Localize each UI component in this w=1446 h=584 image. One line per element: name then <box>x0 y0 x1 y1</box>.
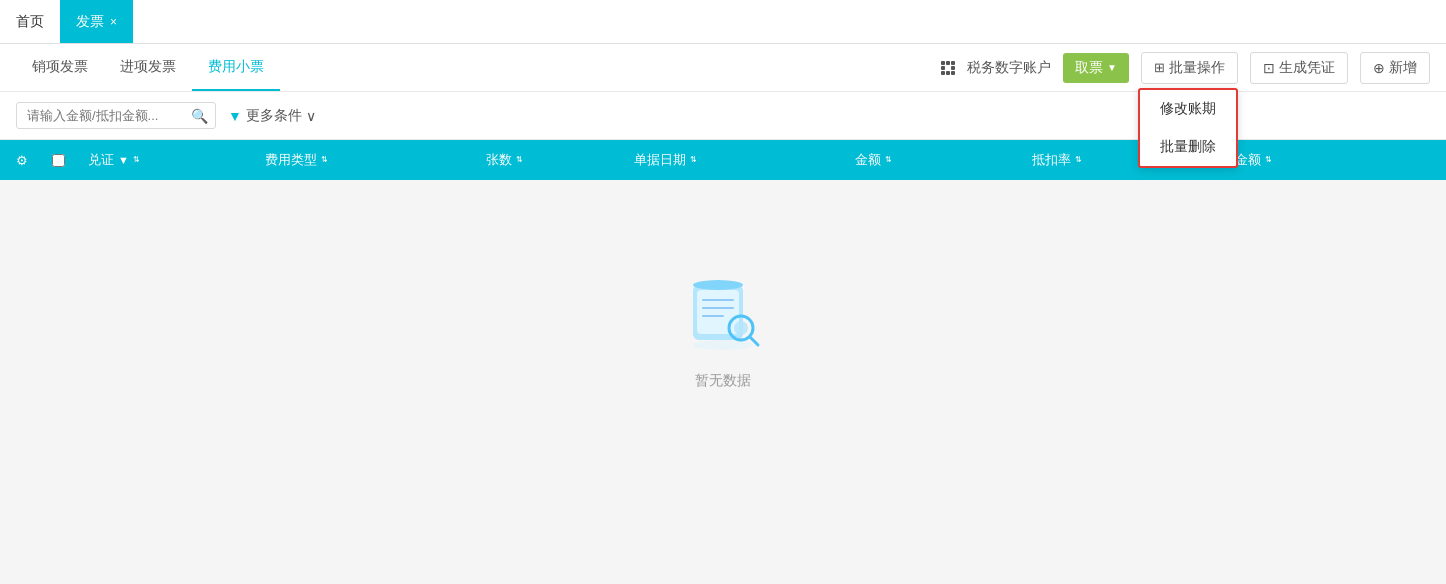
empty-state: 暂无数据 <box>0 180 1446 430</box>
more-conditions-button[interactable]: ▼ 更多条件 ∨ <box>228 107 316 125</box>
th-expense-type[interactable]: 费用类型 ⇅ <box>265 151 486 169</box>
search-wrap: 🔍 <box>16 102 216 129</box>
th-settings[interactable]: ⚙ <box>16 153 52 168</box>
th-count-sort: ⇅ <box>516 156 523 164</box>
th-deduct-amount[interactable]: 抵扣金额 ⇅ <box>1209 151 1430 169</box>
batch-op-button[interactable]: ⊞ 批量操作 <box>1141 52 1238 84</box>
dropdown-item-batch-delete[interactable]: 批量删除 <box>1140 128 1236 166</box>
settings-icon: ⚙ <box>16 153 28 168</box>
th-voucher[interactable]: 兑证 ▼ ⇅ <box>88 151 265 169</box>
svg-point-6 <box>693 280 743 290</box>
th-amount-sort: ⇅ <box>885 156 892 164</box>
tab-expense-ticket[interactable]: 费用小票 <box>192 44 280 91</box>
th-checkbox[interactable] <box>52 154 88 167</box>
th-date-label: 单据日期 <box>634 151 686 169</box>
take-ticket-button[interactable]: 取票 ▼ <box>1063 53 1129 83</box>
qr-icon <box>941 61 955 75</box>
select-all-checkbox[interactable] <box>52 154 65 167</box>
sub-nav-left: 销项发票 进项发票 费用小票 <box>16 44 280 91</box>
th-expense-type-label: 费用类型 <box>265 151 317 169</box>
th-date[interactable]: 单据日期 ⇅ <box>634 151 855 169</box>
th-amount-label: 金额 <box>855 151 881 169</box>
th-voucher-filter-icon: ▼ <box>118 154 129 166</box>
gen-voucher-button[interactable]: ⊡ 生成凭证 <box>1250 52 1348 84</box>
svg-rect-2 <box>697 290 739 334</box>
sub-nav: 销项发票 进项发票 费用小票 税务数字账户 取票 ▼ ⊞ 批量操作 修改账期 <box>0 44 1446 92</box>
th-deduct-rate-sort: ⇅ <box>1075 156 1082 164</box>
batch-op-grid-icon: ⊞ <box>1154 60 1165 75</box>
qr-code-button[interactable] <box>941 61 955 75</box>
empty-text: 暂无数据 <box>695 372 751 390</box>
dropdown-item-modify-period[interactable]: 修改账期 <box>1140 90 1236 128</box>
th-date-sort: ⇅ <box>690 156 697 164</box>
search-icon[interactable]: 🔍 <box>191 108 208 124</box>
th-amount[interactable]: 金额 ⇅ <box>855 151 1032 169</box>
tab-label: 发票 <box>76 13 104 31</box>
sub-nav-right: 税务数字账户 取票 ▼ ⊞ 批量操作 修改账期 批量删除 ⊡ 生成凭证 ⊕ 新增 <box>941 52 1430 84</box>
more-conditions-arrow: ∨ <box>306 108 316 124</box>
svg-point-0 <box>693 340 753 350</box>
take-ticket-arrow: ▼ <box>1107 62 1117 73</box>
take-ticket-label: 取票 <box>1075 59 1103 77</box>
svg-point-8 <box>734 321 748 335</box>
add-label: 新增 <box>1389 59 1417 77</box>
batch-op-container: ⊞ 批量操作 修改账期 批量删除 <box>1141 52 1238 84</box>
th-deduct-amount-sort: ⇅ <box>1265 156 1272 164</box>
search-input[interactable] <box>16 102 216 129</box>
tax-account-button[interactable]: 税务数字账户 <box>967 59 1051 77</box>
batch-op-label: 批量操作 <box>1169 59 1225 77</box>
th-voucher-sort: ⇅ <box>133 156 140 164</box>
home-link[interactable]: 首页 <box>0 0 60 43</box>
gen-voucher-label: 生成凭证 <box>1279 59 1335 77</box>
batch-op-dropdown: 修改账期 批量删除 <box>1138 88 1238 168</box>
tab-sales-invoice[interactable]: 销项发票 <box>16 44 104 91</box>
filter-icon: ▼ <box>228 108 242 124</box>
top-bar: 首页 发票 × <box>0 0 1446 44</box>
empty-illustration <box>673 260 773 360</box>
add-icon: ⊕ <box>1373 60 1385 76</box>
tab-close-icon[interactable]: × <box>110 15 117 29</box>
add-button[interactable]: ⊕ 新增 <box>1360 52 1430 84</box>
th-voucher-label: 兑证 <box>88 151 114 169</box>
active-tab[interactable]: 发票 × <box>60 0 133 43</box>
th-count[interactable]: 张数 ⇅ <box>486 151 633 169</box>
gen-voucher-icon: ⊡ <box>1263 60 1275 76</box>
tab-purchase-invoice[interactable]: 进项发票 <box>104 44 192 91</box>
th-deduct-rate-label: 抵扣率 <box>1032 151 1071 169</box>
th-count-label: 张数 <box>486 151 512 169</box>
th-expense-type-sort: ⇅ <box>321 156 328 164</box>
more-conditions-label: 更多条件 <box>246 107 302 125</box>
